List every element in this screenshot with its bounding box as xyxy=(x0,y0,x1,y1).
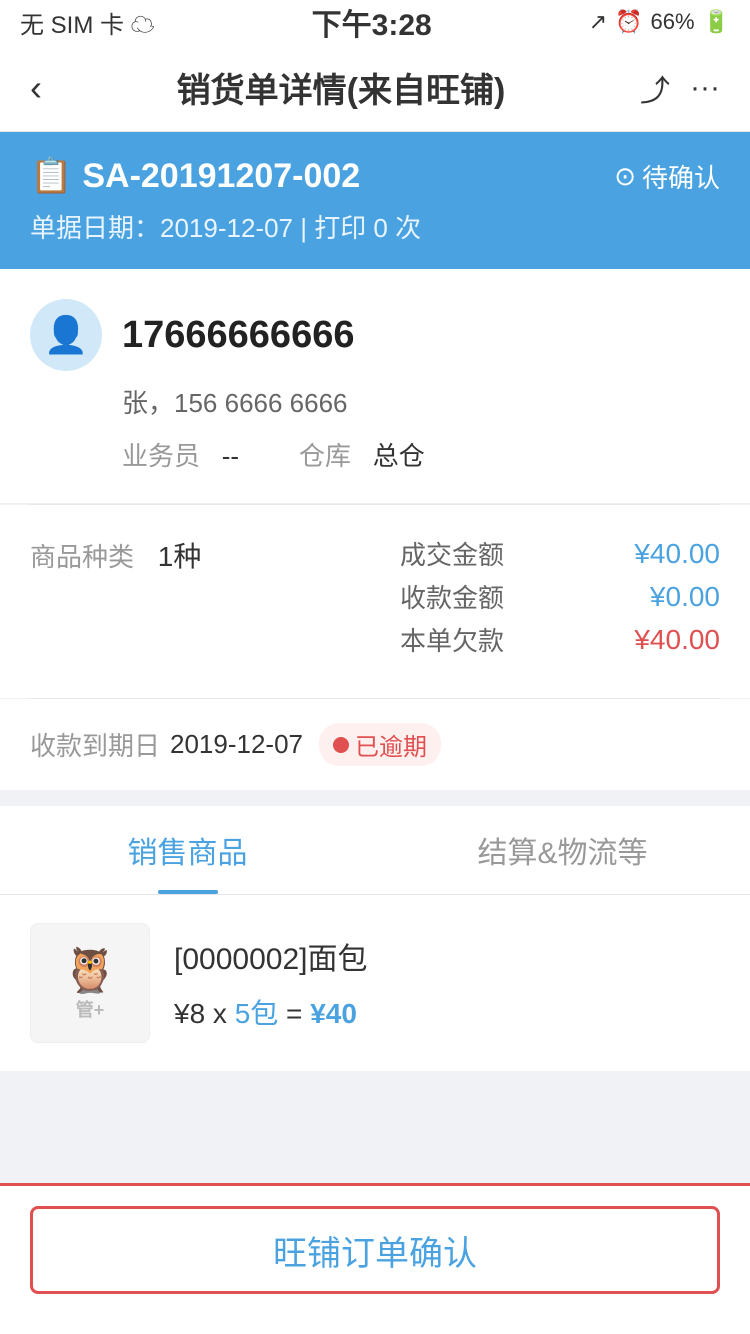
brand-text: 管+ xyxy=(76,996,105,1022)
nav-actions: ⤴ ··· xyxy=(640,66,720,110)
overdue-dot xyxy=(333,737,349,753)
amount-2-label: 收款金额 xyxy=(400,578,504,615)
status-bar: 无 SIM 卡 ☁ 下午3:28 ↗ ⏰ 66% 🔋 xyxy=(0,0,750,44)
separator-text: = xyxy=(278,998,310,1029)
customer-contact: 张，156 6666 6666 xyxy=(122,383,720,420)
product-section: 🦉 管+ [0000002]面包 ¥8 x 5包 = ¥40 xyxy=(0,895,750,1071)
alarm-icon: ⏰ xyxy=(615,9,642,35)
amount-1: 成交金额 ¥40.00 xyxy=(400,535,720,572)
customer-top: 👤 17666666666 xyxy=(30,299,720,371)
due-date-value: 2019-12-07 xyxy=(170,729,303,760)
page-title: 销货单详情(来自旺铺) xyxy=(177,63,506,112)
warehouse-meta: 仓库 总仓 xyxy=(299,436,425,473)
order-icon: 📋 xyxy=(30,156,72,196)
sim-text: 无 SIM 卡 ☁ xyxy=(20,5,155,40)
battery-icon: 🔋 xyxy=(703,9,730,35)
share-icon[interactable]: ⤴ xyxy=(640,66,670,110)
salesperson-label: 业务员 xyxy=(122,441,200,471)
goods-type: 商品种类 1种 xyxy=(30,535,201,575)
amount-1-value: ¥40.00 xyxy=(634,538,720,570)
customer-name: 17666666666 xyxy=(122,314,354,357)
qty-text: 5包 xyxy=(235,998,279,1029)
tab-sales-goods[interactable]: 销售商品 xyxy=(0,806,375,894)
nav-bar: ‹ 销货单详情(来自旺铺) ⤴ ··· xyxy=(0,44,750,132)
due-section: 收款到期日 2019-12-07 已逾期 xyxy=(0,699,750,790)
amount-3-value: ¥40.00 xyxy=(634,624,720,656)
order-id: 📋 SA-20191207-002 xyxy=(30,156,360,196)
amounts: 成交金额 ¥40.00 收款金额 ¥0.00 本单欠款 ¥40.00 xyxy=(400,535,720,658)
product-name: [0000002]面包 xyxy=(174,934,720,978)
overdue-badge: 已逾期 xyxy=(319,723,441,766)
tab-underline xyxy=(158,890,218,894)
summary-section: 商品种类 1种 成交金额 ¥40.00 收款金额 ¥0.00 本单欠款 ¥40.… xyxy=(0,505,750,698)
product-price: ¥8 x 5包 = ¥40 xyxy=(174,992,720,1032)
warehouse-value: 总仓 xyxy=(373,441,425,471)
avatar-icon: 👤 xyxy=(44,314,89,356)
goods-type-label: 商品种类 xyxy=(30,542,134,572)
location-icon: ↗ xyxy=(589,9,607,35)
status-left: 无 SIM 卡 ☁ xyxy=(20,5,155,40)
order-banner-top: 📋 SA-20191207-002 ⊙ 待确认 xyxy=(30,156,720,196)
customer-section: 👤 17666666666 张，156 6666 6666 业务员 -- 仓库 … xyxy=(0,269,750,504)
back-button[interactable]: ‹ xyxy=(30,67,42,109)
salesperson-meta: 业务员 -- xyxy=(122,436,239,473)
summary-row: 商品种类 1种 成交金额 ¥40.00 收款金额 ¥0.00 本单欠款 ¥40.… xyxy=(30,535,720,658)
salesperson-value: -- xyxy=(222,441,239,471)
amount-3: 本单欠款 ¥40.00 xyxy=(400,621,720,658)
order-status: ⊙ 待确认 xyxy=(614,158,720,195)
total-text: ¥40 xyxy=(310,998,357,1029)
goods-type-value: 1种 xyxy=(158,541,202,572)
status-time: 下午3:28 xyxy=(312,0,432,44)
tabs-bar: 销售商品 结算&物流等 xyxy=(0,806,750,895)
customer-meta: 业务员 -- 仓库 总仓 xyxy=(122,436,720,473)
battery-text: 66% xyxy=(651,9,695,35)
tab-settlement[interactable]: 结算&物流等 xyxy=(375,806,750,894)
bottom-bar: 旺铺订单确认 xyxy=(0,1183,750,1334)
confirm-button[interactable]: 旺铺订单确认 xyxy=(30,1206,720,1294)
amount-2-value: ¥0.00 xyxy=(650,581,720,613)
amount-2: 收款金额 ¥0.00 xyxy=(400,578,720,615)
product-info: [0000002]面包 ¥8 x 5包 = ¥40 xyxy=(174,934,720,1032)
tab-sales-goods-label: 销售商品 xyxy=(128,828,248,872)
product-thumbnail: 🦉 管+ xyxy=(30,923,150,1043)
clock-icon: ⊙ xyxy=(614,161,636,192)
product-thumb-inner: 🦉 管+ xyxy=(63,944,118,1022)
more-icon[interactable]: ··· xyxy=(690,71,720,105)
order-date: 单据日期：2019-12-07 | 打印 0 次 xyxy=(30,208,720,245)
warehouse-label: 仓库 xyxy=(299,441,351,471)
section-divider-1 xyxy=(0,790,750,806)
due-label: 收款到期日 xyxy=(30,726,160,763)
amount-3-label: 本单欠款 xyxy=(400,621,504,658)
product-item: 🦉 管+ [0000002]面包 ¥8 x 5包 = ¥40 xyxy=(0,895,750,1071)
amount-1-label: 成交金额 xyxy=(400,535,504,572)
order-banner: 📋 SA-20191207-002 ⊙ 待确认 单据日期：2019-12-07 … xyxy=(0,132,750,269)
overdue-text: 已逾期 xyxy=(355,727,427,762)
price-text: ¥8 x xyxy=(174,998,235,1029)
owl-icon: 🦉 xyxy=(63,944,118,996)
avatar: 👤 xyxy=(30,299,102,371)
status-right: ↗ ⏰ 66% 🔋 xyxy=(589,9,730,35)
tab-settlement-label: 结算&物流等 xyxy=(477,828,647,872)
